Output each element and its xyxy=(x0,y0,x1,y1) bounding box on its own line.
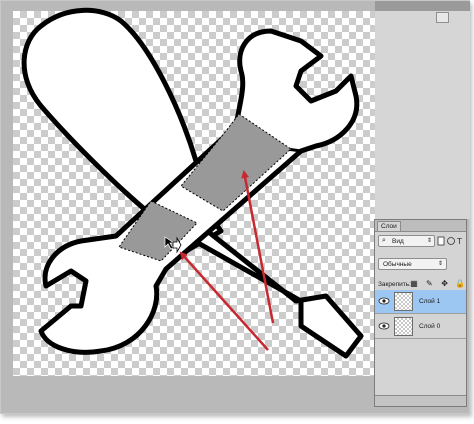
layers-panel-tabbar: Слои xyxy=(375,220,466,232)
layer-filter-label: Вид xyxy=(392,238,404,245)
photoshop-window: Слои ⌕ Вид ⇕ T Обычные ⇕ Закрепить: ▦ ✎ … xyxy=(0,0,470,414)
layers-panel: Слои ⌕ Вид ⇕ T Обычные ⇕ Закрепить: ▦ ✎ … xyxy=(374,219,467,407)
lock-icons: ▦ ✎ ✥ 🔒 xyxy=(408,278,466,290)
type-filter-icon[interactable]: T xyxy=(456,237,462,246)
search-icon: ⌕ xyxy=(382,237,386,244)
layer-thumbnail xyxy=(394,317,413,336)
chevron-down-icon: ⇕ xyxy=(437,261,443,267)
adjustment-filter-icon[interactable] xyxy=(447,237,455,245)
tab-layers[interactable]: Слои xyxy=(377,221,401,231)
filter-icons: T xyxy=(437,236,462,246)
image-filter-icon[interactable] xyxy=(437,236,445,246)
layer-row[interactable]: Слой 1 xyxy=(375,290,466,314)
lock-transparency-icon[interactable]: ▦ xyxy=(408,278,420,290)
blend-mode-select[interactable]: Обычные ⇕ xyxy=(378,258,447,270)
eye-icon[interactable] xyxy=(378,320,390,332)
layer-row[interactable]: Слой 0 xyxy=(375,315,466,339)
blend-mode-label: Обычные xyxy=(383,261,412,268)
layers-panel-footer xyxy=(375,395,466,406)
annotation-arrow-upper xyxy=(241,170,275,324)
chevron-down-icon: ⇕ xyxy=(426,238,432,244)
lock-brush-icon[interactable]: ✎ xyxy=(423,278,435,290)
options-strip xyxy=(375,1,470,219)
eye-icon[interactable] xyxy=(378,295,390,307)
layer-thumbnail xyxy=(394,292,413,311)
layer-name: Слой 1 xyxy=(419,298,441,305)
layer-name: Слой 0 xyxy=(419,323,441,330)
lock-icon[interactable]: 🔒 xyxy=(454,278,466,290)
panel-dock-bar xyxy=(375,1,470,11)
lock-label: Закрепить: xyxy=(378,281,411,288)
panel-collapse-button[interactable] xyxy=(436,12,449,23)
lock-move-icon[interactable]: ✥ xyxy=(439,278,451,290)
layer-filter-select[interactable]: ⌕ Вид ⇕ xyxy=(378,235,435,247)
